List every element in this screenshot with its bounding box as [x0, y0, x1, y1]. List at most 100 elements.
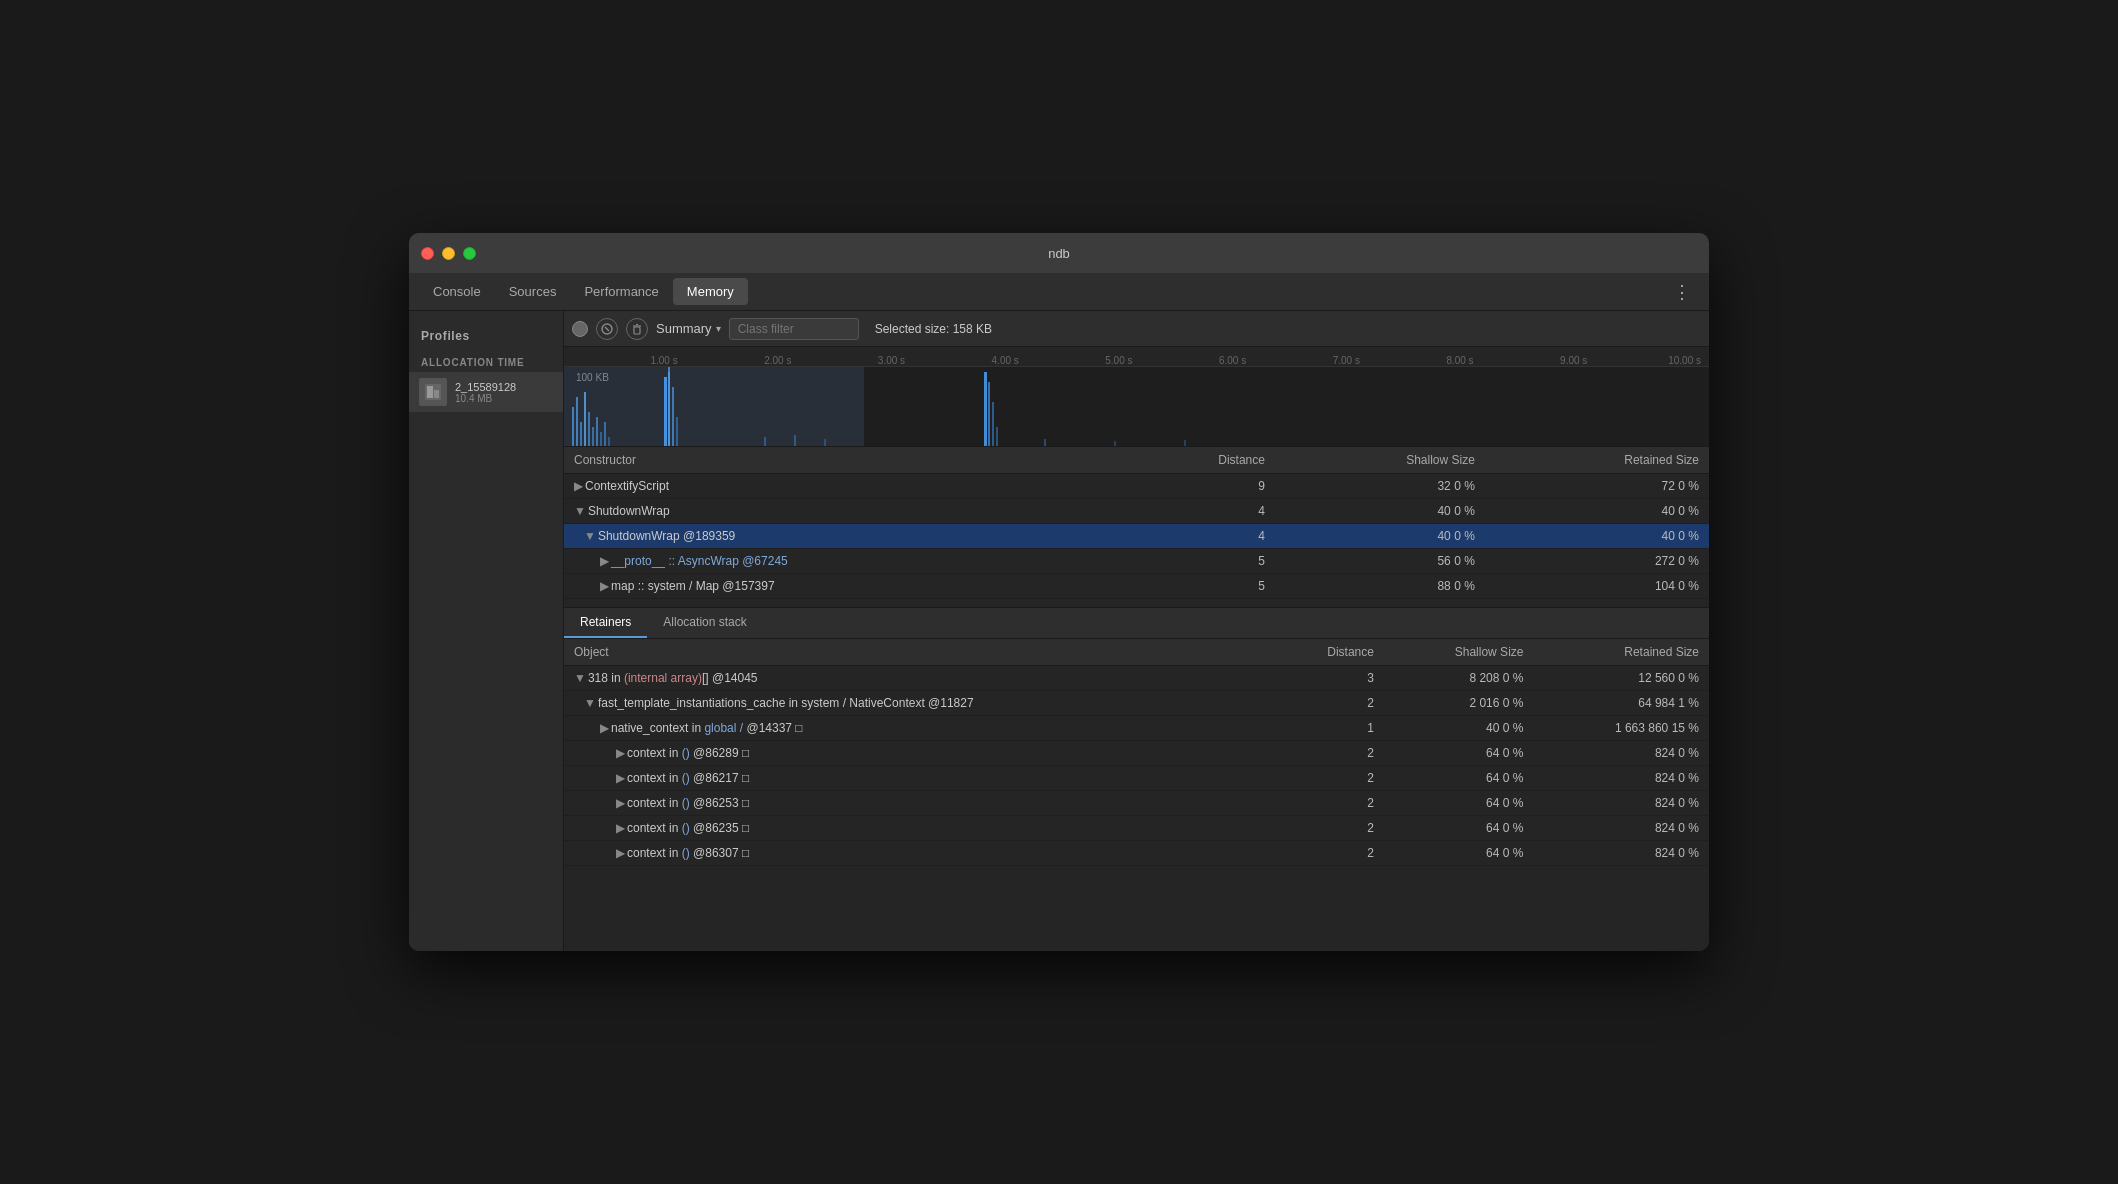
cell-r-retained-size: 64 984 1 % — [1533, 691, 1709, 716]
cell-retained-size: 40 0 % — [1485, 499, 1709, 524]
table-row[interactable]: ▶context in () @86307 □ 2 64 0 % 824 0 % — [564, 841, 1709, 866]
stop-button[interactable] — [596, 318, 618, 340]
cell-r-distance: 2 — [1272, 841, 1384, 866]
svg-rect-15 — [592, 427, 594, 447]
expand-arrow-icon[interactable]: ▶ — [600, 554, 609, 568]
menu-bar: Console Sources Performance Memory ⋮ — [409, 273, 1709, 311]
table-row[interactable]: ▶native_context in global / @14337 □ 1 4… — [564, 716, 1709, 741]
table-row[interactable]: ▶context in () @86289 □ 2 64 0 % 824 0 % — [564, 741, 1709, 766]
cell-r-shallow-size: 40 0 % — [1384, 716, 1534, 741]
svg-rect-27 — [984, 372, 987, 447]
svg-rect-17 — [600, 432, 602, 447]
timeline-chart[interactable]: 100 KB — [564, 367, 1709, 447]
table-row[interactable]: ▶map :: system / Map @157397 5 88 0 % 10… — [564, 574, 1709, 599]
table-row[interactable]: ▶context in () @86217 □ 2 64 0 % 824 0 % — [564, 766, 1709, 791]
cell-retained-size: 104 0 % — [1485, 574, 1709, 599]
expand-arrow-icon[interactable]: ▶ — [616, 821, 625, 835]
table-row[interactable]: ▼fast_template_instantiations_cache in s… — [564, 691, 1709, 716]
cell-constructor: ▶__proto__ :: AsyncWrap @67245 — [564, 549, 1117, 574]
cell-r-shallow-size: 64 0 % — [1384, 741, 1534, 766]
expand-arrow-icon[interactable]: ▶ — [600, 579, 609, 593]
more-menu-button[interactable]: ⋮ — [1665, 277, 1699, 307]
title-bar: ndb — [409, 233, 1709, 273]
svg-line-4 — [605, 327, 609, 331]
table-row[interactable]: ▼ShutdownWrap 4 40 0 % 40 0 % — [564, 499, 1709, 524]
cell-r-retained-size: 1 663 860 15 % — [1533, 716, 1709, 741]
col-shallow-size[interactable]: Shallow Size — [1275, 447, 1485, 474]
ruler-mark-10: 10.00 s — [1591, 355, 1705, 366]
expand-arrow-icon[interactable]: ▶ — [600, 721, 609, 735]
table-row[interactable]: ▼ShutdownWrap @189359 4 40 0 % 40 0 % — [564, 524, 1709, 549]
col-constructor[interactable]: Constructor — [564, 447, 1117, 474]
table-row[interactable]: ▶ContextifyScript 9 32 0 % 72 0 % — [564, 474, 1709, 499]
col-retained-size[interactable]: Retained Size — [1485, 447, 1709, 474]
timeline-ruler: 1.00 s 2.00 s 3.00 s 4.00 s 5.00 s 6.00 … — [564, 347, 1709, 367]
cell-r-retained-size: 824 0 % — [1533, 841, 1709, 866]
cell-r-retained-size: 824 0 % — [1533, 741, 1709, 766]
tab-retainers[interactable]: Retainers — [564, 608, 647, 638]
cell-r-shallow-size: 8 208 0 % — [1384, 666, 1534, 691]
tab-console[interactable]: Console — [419, 278, 495, 305]
right-panel: Summary ▾ Selected size: 158 KB 1.00 s 2… — [564, 311, 1709, 951]
expand-arrow-icon[interactable]: ▶ — [574, 479, 583, 493]
col-distance[interactable]: Distance — [1117, 447, 1275, 474]
cell-distance: 5 — [1117, 549, 1275, 574]
expand-arrow-icon[interactable]: ▶ — [616, 846, 625, 860]
profile-item[interactable]: 2_15589128 10.4 MB — [409, 372, 563, 412]
close-button[interactable] — [421, 247, 434, 260]
cell-r-distance: 2 — [1272, 741, 1384, 766]
expand-arrow-icon[interactable]: ▼ — [584, 696, 596, 710]
summary-dropdown[interactable]: Summary ▾ — [656, 321, 721, 336]
table-row[interactable]: ▶context in () @86253 □ 2 64 0 % 824 0 % — [564, 791, 1709, 816]
cell-r-shallow-size: 64 0 % — [1384, 791, 1534, 816]
col-r-retained-size[interactable]: Retained Size — [1533, 639, 1709, 666]
tab-sources[interactable]: Sources — [495, 278, 571, 305]
expand-arrow-icon[interactable]: ▶ — [616, 796, 625, 810]
svg-rect-5 — [634, 327, 640, 334]
sidebar: Profiles ALLOCATION TIME 2_15589128 10.4… — [409, 311, 564, 951]
table-row[interactable]: ▶__proto__ :: AsyncWrap @67245 5 56 0 % … — [564, 549, 1709, 574]
maximize-button[interactable] — [463, 247, 476, 260]
expand-arrow-icon[interactable]: ▼ — [574, 504, 586, 518]
ruler-mark-7: 7.00 s — [1250, 355, 1364, 366]
cell-distance: 4 — [1117, 524, 1275, 549]
cell-distance: 5 — [1117, 574, 1275, 599]
upper-data-table: Constructor Distance Shallow Size Retain… — [564, 447, 1709, 599]
profile-size: 10.4 MB — [455, 393, 516, 404]
traffic-lights — [421, 247, 476, 260]
svg-rect-13 — [584, 392, 586, 447]
cell-r-shallow-size: 64 0 % — [1384, 766, 1534, 791]
tab-memory[interactable]: Memory — [673, 278, 748, 305]
cell-retained-size: 272 0 % — [1485, 549, 1709, 574]
tab-performance[interactable]: Performance — [570, 278, 672, 305]
cell-object: ▶context in () @86217 □ — [564, 766, 1272, 791]
cell-shallow-size: 88 0 % — [1275, 574, 1485, 599]
cell-retained-size: 72 0 % — [1485, 474, 1709, 499]
ruler-mark-8: 8.00 s — [1364, 355, 1478, 366]
selected-size-label: Selected size: 158 KB — [875, 322, 992, 336]
expand-arrow-icon[interactable]: ▶ — [616, 746, 625, 760]
svg-rect-33 — [1184, 440, 1186, 447]
summary-label: Summary — [656, 321, 712, 336]
ruler-mark-4: 4.00 s — [909, 355, 1023, 366]
svg-rect-21 — [668, 372, 670, 447]
col-object[interactable]: Object — [564, 639, 1272, 666]
expand-arrow-icon[interactable]: ▶ — [616, 771, 625, 785]
cell-object: ▼318 in (internal array)[] @14045 — [564, 666, 1272, 691]
cell-shallow-size: 32 0 % — [1275, 474, 1485, 499]
record-button[interactable] — [572, 321, 588, 337]
col-r-distance[interactable]: Distance — [1272, 639, 1384, 666]
col-r-shallow-size[interactable]: Shallow Size — [1384, 639, 1534, 666]
minimize-button[interactable] — [442, 247, 455, 260]
class-filter-input[interactable] — [729, 318, 859, 340]
expand-arrow-icon[interactable]: ▼ — [584, 529, 596, 543]
table-row[interactable]: ▶context in () @86235 □ 2 64 0 % 824 0 % — [564, 816, 1709, 841]
expand-arrow-icon[interactable]: ▼ — [574, 671, 586, 685]
ruler-mark-9: 9.00 s — [1478, 355, 1592, 366]
ruler-mark-3: 3.00 s — [795, 355, 909, 366]
delete-button[interactable] — [626, 318, 648, 340]
cell-r-shallow-size: 64 0 % — [1384, 816, 1534, 841]
table-row[interactable]: ▼318 in (internal array)[] @14045 3 8 20… — [564, 666, 1709, 691]
tab-allocation-stack[interactable]: Allocation stack — [647, 608, 762, 638]
cell-r-distance: 2 — [1272, 816, 1384, 841]
